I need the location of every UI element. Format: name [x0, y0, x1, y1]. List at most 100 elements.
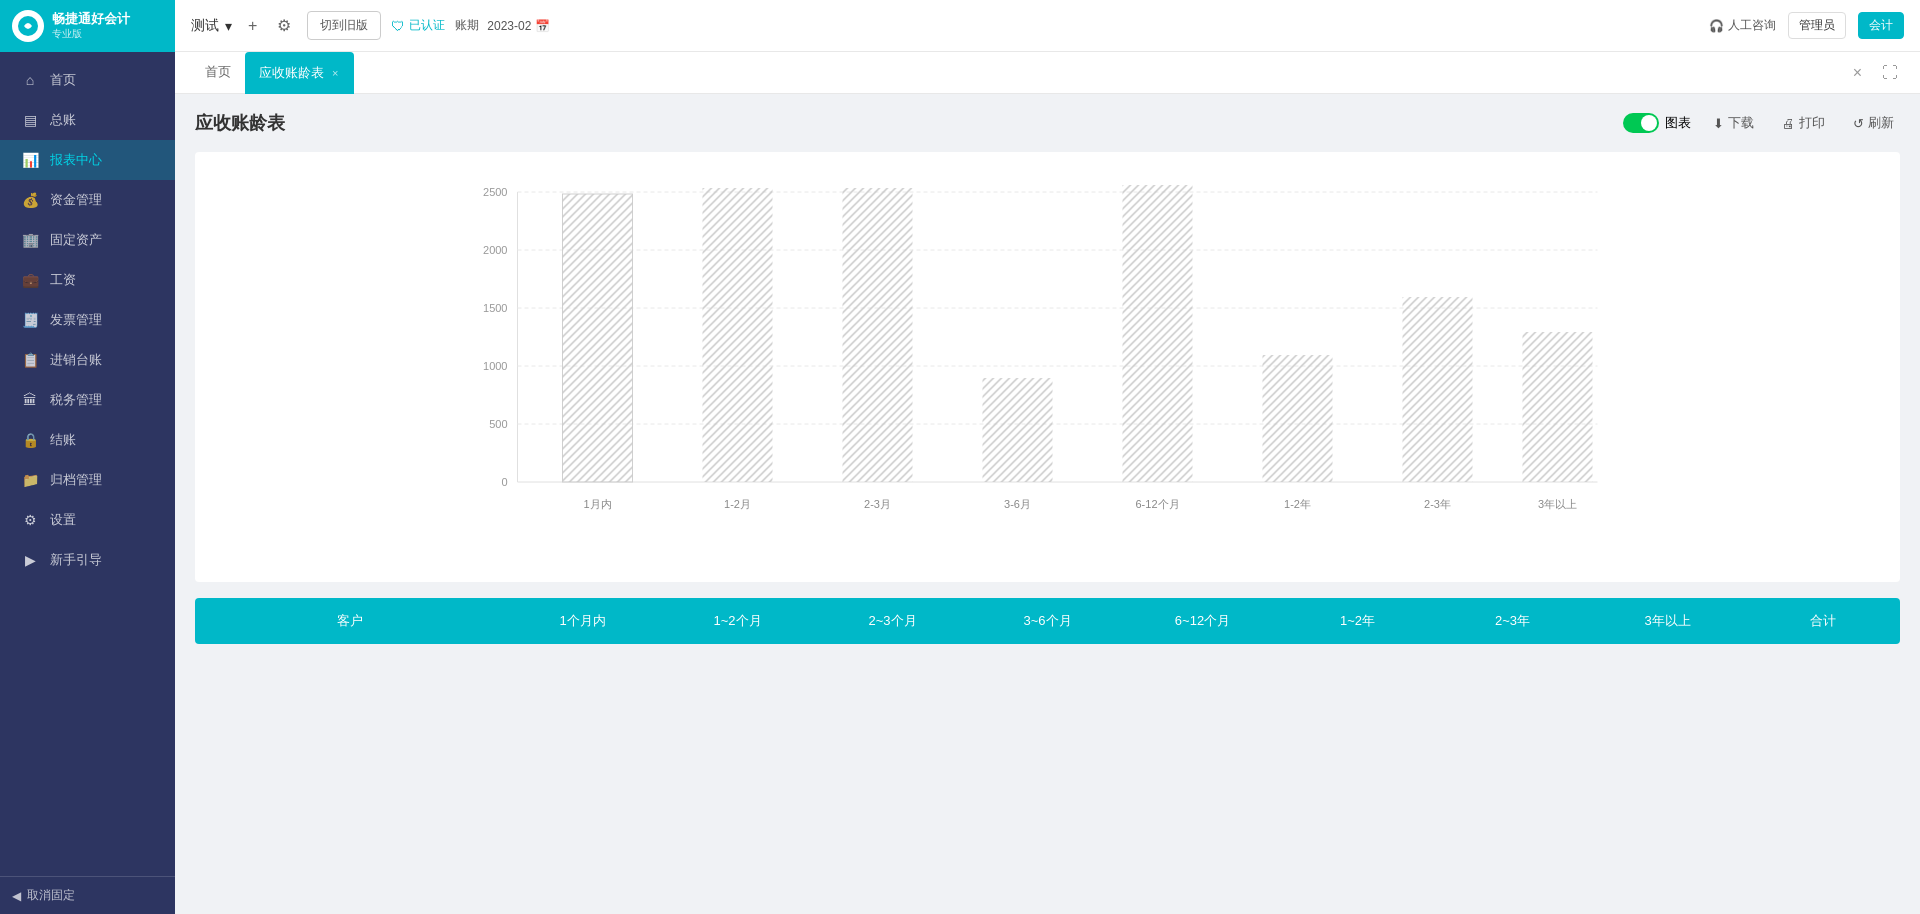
cancel-pin-icon: ◀: [12, 889, 21, 903]
logo-text-area: 畅捷通好会计 专业版: [52, 11, 130, 42]
period-info: 账期 2023-02 📅: [455, 17, 550, 34]
download-icon: ⬇: [1713, 116, 1724, 131]
tabs-bar: 首页 应收账龄表 × × ⛶: [175, 52, 1920, 94]
logo-title: 畅捷通好会计: [52, 11, 130, 28]
sidebar-item-assets[interactable]: 🏢 固定资产: [0, 220, 175, 260]
cancel-pin-btn[interactable]: ◀ 取消固定: [0, 876, 175, 914]
tab-close-icon[interactable]: ×: [330, 67, 340, 79]
svg-text:500: 500: [489, 418, 507, 430]
fullscreen-btn[interactable]: ⛶: [1876, 62, 1904, 84]
svg-rect-19: [843, 188, 913, 482]
page-content: 应收账龄表 图表 ⬇ 下载 🖨 打印 ↺ 刷新: [175, 94, 1920, 914]
tab-aging-label: 应收账龄表: [259, 64, 324, 82]
sidebar-item-reports[interactable]: 📊 报表中心: [0, 140, 175, 180]
tab-aging[interactable]: 应收账龄表 ×: [245, 52, 354, 94]
print-icon: 🖨: [1782, 116, 1795, 131]
nav-icon-guide: ▶: [20, 552, 40, 568]
topbar-right: 🎧 人工咨询 管理员 会计: [1709, 12, 1904, 39]
headset-icon: 🎧: [1709, 19, 1724, 33]
col-1m: 1个月内: [505, 598, 660, 644]
support-btn[interactable]: 🎧 人工咨询: [1709, 17, 1776, 34]
nav-icon-invoices: 🧾: [20, 312, 40, 328]
close-window-btn[interactable]: ×: [1847, 62, 1868, 84]
sidebar-item-wages[interactable]: 💼 工资: [0, 260, 175, 300]
nav-icon-sales: 📋: [20, 352, 40, 368]
sidebar-item-tax[interactable]: 🏛 税务管理: [0, 380, 175, 420]
logo-subtitle: 专业版: [52, 27, 130, 41]
add-button[interactable]: +: [242, 13, 263, 39]
nav-label-close: 结账: [50, 431, 76, 449]
nav-icon-funds: 💰: [20, 192, 40, 208]
svg-text:3-6月: 3-6月: [1004, 498, 1031, 510]
col-1-2y: 1~2年: [1280, 598, 1435, 644]
svg-rect-15: [563, 194, 633, 482]
period-value: 2023-02: [487, 19, 531, 33]
support-label: 人工咨询: [1728, 17, 1776, 34]
nav-label-funds: 资金管理: [50, 191, 102, 209]
nav-label-ledger: 总账: [50, 111, 76, 129]
col-3-6m: 3~6个月: [970, 598, 1125, 644]
nav-icon-archive: 📁: [20, 472, 40, 488]
sidebar-item-invoices[interactable]: 🧾 发票管理: [0, 300, 175, 340]
switch-old-btn[interactable]: 切到旧版: [307, 11, 381, 40]
sidebar-item-guide[interactable]: ▶ 新手引导: [0, 540, 175, 580]
bar-chart: 0 500 1000 1500 2000 2500 1月内 1-2月: [225, 172, 1870, 552]
col-total: 合计: [1745, 598, 1900, 644]
nav-icon-assets: 🏢: [20, 232, 40, 248]
nav-icon-settings: ⚙: [20, 512, 40, 528]
sidebar-item-sales[interactable]: 📋 进销台账: [0, 340, 175, 380]
verified-label: 已认证: [409, 17, 445, 34]
chart-toggle[interactable]: [1623, 113, 1659, 133]
tab-home[interactable]: 首页: [191, 52, 245, 94]
svg-text:2-3月: 2-3月: [864, 498, 891, 510]
topbar-actions: + ⚙: [242, 12, 297, 39]
sidebar: 畅捷通好会计 专业版 ⌂ 首页 ▤ 总账 📊 报表中心 💰 资金管理 🏢 固定资…: [0, 0, 175, 914]
nav-label-assets: 固定资产: [50, 231, 102, 249]
nav-icon-close: 🔒: [20, 432, 40, 448]
nav-icon-home: ⌂: [20, 72, 40, 88]
svg-text:0: 0: [501, 476, 507, 488]
col-2-3m: 2~3个月: [815, 598, 970, 644]
svg-rect-17: [703, 188, 773, 482]
workspace-selector[interactable]: 测试 ▾: [191, 17, 232, 35]
cancel-pin-label: 取消固定: [27, 887, 75, 904]
report-title: 应收账龄表: [195, 111, 285, 135]
table-header-row: 客户 1个月内 1~2个月 2~3个月 3~6个月 6~12个月 1~2年 2~…: [195, 598, 1900, 644]
svg-rect-27: [1403, 297, 1473, 482]
svg-rect-29: [1523, 332, 1593, 482]
sidebar-item-settings[interactable]: ⚙ 设置: [0, 500, 175, 540]
accountant-btn[interactable]: 会计: [1858, 12, 1904, 39]
col-customer: 客户: [195, 598, 505, 644]
shield-icon: 🛡: [391, 18, 405, 34]
print-btn[interactable]: 🖨 打印: [1776, 110, 1831, 136]
calendar-icon[interactable]: 📅: [535, 19, 550, 33]
nav-label-guide: 新手引导: [50, 551, 102, 569]
period-label: 账期: [455, 17, 479, 34]
logo-area: 畅捷通好会计 专业版: [0, 0, 175, 52]
sidebar-item-home[interactable]: ⌂ 首页: [0, 60, 175, 100]
refresh-btn[interactable]: ↺ 刷新: [1847, 110, 1900, 136]
report-header: 应收账龄表 图表 ⬇ 下载 🖨 打印 ↺ 刷新: [195, 110, 1900, 136]
nav-label-invoices: 发票管理: [50, 311, 102, 329]
col-2-3y: 2~3年: [1435, 598, 1590, 644]
nav-label-wages: 工资: [50, 271, 76, 289]
svg-rect-23: [1123, 185, 1193, 482]
nav-label-reports: 报表中心: [50, 151, 102, 169]
nav-icon-wages: 💼: [20, 272, 40, 288]
settings-button[interactable]: ⚙: [271, 12, 297, 39]
table-container: 客户 1个月内 1~2个月 2~3个月 3~6个月 6~12个月 1~2年 2~…: [195, 598, 1900, 644]
sidebar-item-ledger[interactable]: ▤ 总账: [0, 100, 175, 140]
nav-icon-reports: 📊: [20, 152, 40, 168]
sidebar-item-close[interactable]: 🔒 结账: [0, 420, 175, 460]
sidebar-item-archive[interactable]: 📁 归档管理: [0, 460, 175, 500]
svg-text:2500: 2500: [483, 186, 507, 198]
sidebar-item-funds[interactable]: 💰 资金管理: [0, 180, 175, 220]
download-btn[interactable]: ⬇ 下载: [1707, 110, 1760, 136]
verified-badge: 🛡 已认证: [391, 17, 445, 34]
print-label: 打印: [1799, 114, 1825, 132]
svg-rect-25: [1263, 355, 1333, 482]
svg-text:1000: 1000: [483, 360, 507, 372]
manager-btn[interactable]: 管理员: [1788, 12, 1846, 39]
svg-text:2000: 2000: [483, 244, 507, 256]
refresh-icon: ↺: [1853, 116, 1864, 131]
